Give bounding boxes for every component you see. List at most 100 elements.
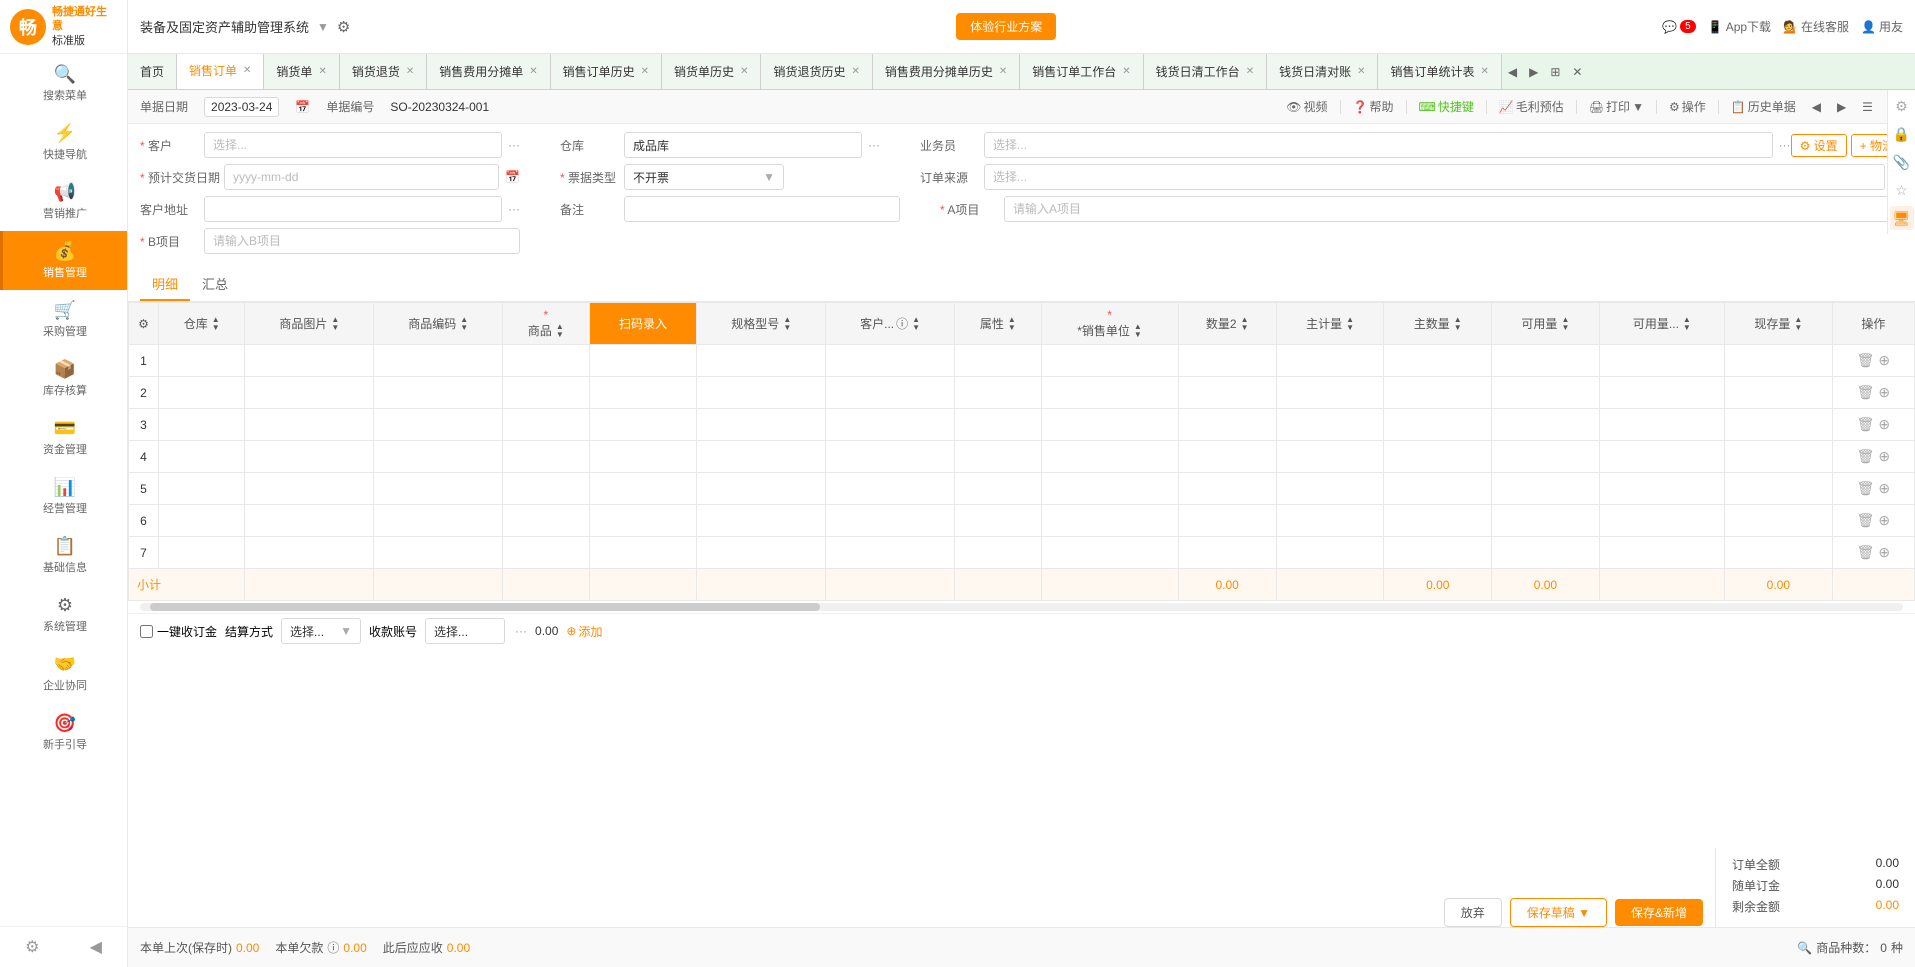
- row-main-qty[interactable]: [1384, 537, 1492, 569]
- tab-close-x[interactable]: ✕: [1246, 66, 1254, 77]
- tab-close-x[interactable]: ✕: [529, 66, 537, 77]
- row-attr[interactable]: [955, 409, 1041, 441]
- row-customer-code[interactable]: [826, 409, 955, 441]
- history-btn[interactable]: 📋历史单据: [1727, 96, 1800, 117]
- row-warehouse[interactable]: [159, 473, 245, 505]
- ticket-select[interactable]: 不开票 ▼: [624, 164, 784, 190]
- th-available[interactable]: 可用量▲▼: [1492, 303, 1600, 345]
- save-draft-btn[interactable]: 保存草稿 ▼: [1510, 898, 1607, 927]
- profit-btn[interactable]: 📈毛利预估: [1495, 96, 1568, 117]
- row-warehouse[interactable]: [159, 505, 245, 537]
- nav-prev-btn[interactable]: ◀: [1808, 98, 1825, 116]
- row-available2[interactable]: [1599, 377, 1724, 409]
- row-main-qty[interactable]: [1384, 409, 1492, 441]
- tab-钱货日清工作台[interactable]: 钱货日清工作台✕: [1144, 54, 1267, 90]
- tab-close-btn[interactable]: ✕: [1566, 54, 1588, 90]
- row-available[interactable]: [1492, 441, 1600, 473]
- tab-close-x[interactable]: ✕: [318, 66, 326, 77]
- row-qty2[interactable]: [1178, 505, 1276, 537]
- tab-detail[interactable]: 明细: [140, 268, 190, 301]
- row-qty2[interactable]: [1178, 473, 1276, 505]
- sidebar-collapse-btn[interactable]: ◀: [90, 937, 102, 957]
- row-unit[interactable]: [1041, 441, 1178, 473]
- tab-close-x[interactable]: ✕: [243, 65, 251, 76]
- th-customer-code[interactable]: 客户... ⓘ▲▼: [826, 303, 955, 345]
- row-code[interactable]: [374, 505, 503, 537]
- tab-summary[interactable]: 汇总: [190, 268, 240, 301]
- tab-首页[interactable]: 首页: [128, 54, 177, 90]
- row-unit[interactable]: [1041, 505, 1178, 537]
- staff-input[interactable]: [984, 132, 1773, 158]
- row-image[interactable]: [245, 345, 374, 377]
- row-product[interactable]: [503, 537, 589, 569]
- right-panel-star[interactable]: ☆: [1890, 178, 1914, 202]
- sidebar-item-企业协同[interactable]: 🤝企业协同: [0, 644, 127, 703]
- row-customer-code[interactable]: [826, 473, 955, 505]
- row-available2[interactable]: [1599, 473, 1724, 505]
- row-product[interactable]: [503, 377, 589, 409]
- sidebar-item-经营管理[interactable]: 📊经营管理: [0, 467, 127, 526]
- note-input[interactable]: [624, 196, 900, 222]
- th-unit[interactable]: *销售单位▲▼: [1041, 303, 1178, 345]
- app-download-btn[interactable]: 📱 App下载: [1708, 18, 1771, 35]
- row-code[interactable]: [374, 537, 503, 569]
- copy-row-btn[interactable]: ⊕: [1878, 448, 1890, 465]
- nav-next-btn[interactable]: ▶: [1833, 98, 1850, 116]
- address-input[interactable]: [204, 196, 502, 222]
- sidebar-item-库存核算[interactable]: 📦库存核算: [0, 349, 127, 408]
- row-customer-code[interactable]: [826, 377, 955, 409]
- view-list-btn[interactable]: ☰: [1858, 98, 1877, 116]
- th-main-unit[interactable]: 主计量▲▼: [1276, 303, 1384, 345]
- row-image[interactable]: [245, 537, 374, 569]
- row-available2[interactable]: [1599, 441, 1724, 473]
- row-available2[interactable]: [1599, 345, 1724, 377]
- row-attr[interactable]: [955, 345, 1041, 377]
- message-btn[interactable]: 💬 5: [1662, 20, 1696, 34]
- row-main-unit[interactable]: [1276, 345, 1384, 377]
- row-main-unit[interactable]: [1276, 505, 1384, 537]
- row-customer-code[interactable]: [826, 505, 955, 537]
- th-attr[interactable]: 属性▲▼: [955, 303, 1041, 345]
- delivery-input[interactable]: [224, 164, 499, 190]
- copy-row-btn[interactable]: ⊕: [1878, 480, 1890, 497]
- right-panel-screen[interactable]: 🖥: [1890, 206, 1914, 230]
- right-panel-lock[interactable]: 🔒: [1890, 122, 1914, 146]
- scrollbar-thumb[interactable]: [150, 603, 820, 611]
- tab-销售订单[interactable]: 销售订单✕: [177, 54, 264, 90]
- row-product[interactable]: [503, 505, 589, 537]
- row-qty2[interactable]: [1178, 345, 1276, 377]
- order-source-input[interactable]: [984, 164, 1885, 190]
- bank-select[interactable]: 选择...: [425, 618, 505, 644]
- row-main-qty[interactable]: [1384, 345, 1492, 377]
- tab-销货单[interactable]: 销货单✕: [264, 54, 339, 90]
- row-attr[interactable]: [955, 377, 1041, 409]
- right-panel-settings[interactable]: ⚙: [1890, 94, 1914, 118]
- row-warehouse[interactable]: [159, 537, 245, 569]
- customer-input[interactable]: [204, 132, 502, 158]
- system-dropdown-icon[interactable]: ▼: [317, 20, 329, 34]
- tab-close-x[interactable]: ✕: [740, 66, 748, 77]
- delete-row-btn[interactable]: 🗑: [1857, 384, 1875, 401]
- sidebar-settings-btn[interactable]: ⚙: [25, 937, 39, 957]
- row-product[interactable]: [503, 441, 589, 473]
- row-spec[interactable]: [697, 473, 826, 505]
- row-attr[interactable]: [955, 473, 1041, 505]
- delete-row-btn[interactable]: 🗑: [1857, 480, 1875, 497]
- row-spec[interactable]: [697, 505, 826, 537]
- row-warehouse[interactable]: [159, 409, 245, 441]
- row-available2[interactable]: [1599, 409, 1724, 441]
- row-code[interactable]: [374, 345, 503, 377]
- row-image[interactable]: [245, 377, 374, 409]
- th-available2[interactable]: 可用量...▲▼: [1599, 303, 1724, 345]
- row-available2[interactable]: [1599, 505, 1724, 537]
- row-available[interactable]: [1492, 409, 1600, 441]
- tab-销售订单统计表[interactable]: 销售订单统计表✕: [1378, 54, 1501, 90]
- delete-row-btn[interactable]: 🗑: [1857, 352, 1875, 369]
- row-unit[interactable]: [1041, 409, 1178, 441]
- row-stock[interactable]: [1725, 409, 1833, 441]
- row-stock[interactable]: [1725, 473, 1833, 505]
- staff-dots-btn[interactable]: ···: [1779, 138, 1791, 152]
- sidebar-item-搜索菜单[interactable]: 🔍搜索菜单: [0, 54, 127, 113]
- tab-close-x[interactable]: ✕: [1357, 66, 1365, 77]
- sidebar-item-基础信息[interactable]: 📋基础信息: [0, 526, 127, 585]
